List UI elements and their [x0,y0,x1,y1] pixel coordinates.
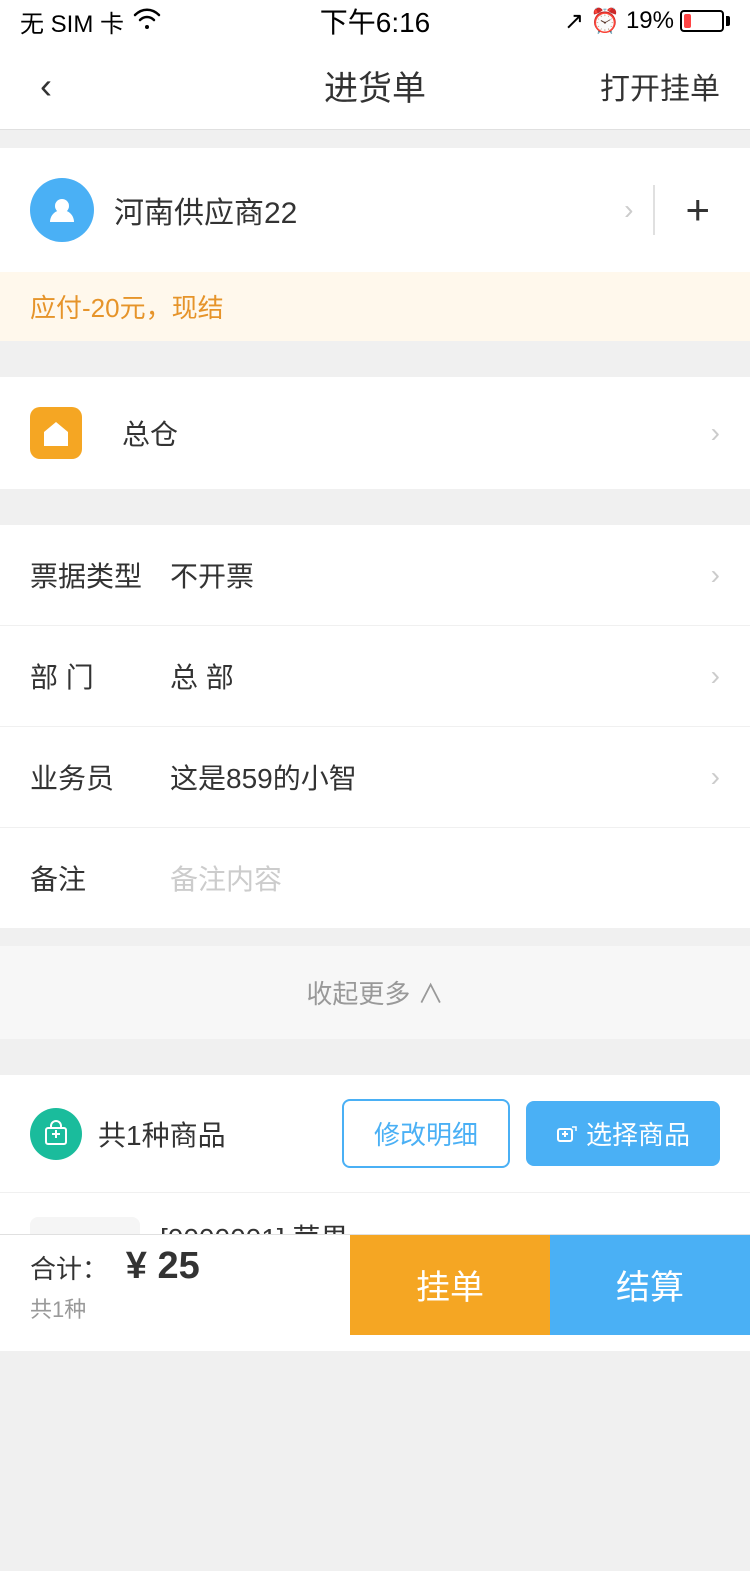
collapse-row[interactable]: 收起更多 ∧ [0,946,750,1039]
invoice-type-chevron-icon: › [711,559,720,591]
department-value: 总 部 [170,656,711,696]
bottom-spacer [0,1351,750,1471]
bottom-bar: 合计： ¥ 25 共1种 挂单 结算 [0,1234,750,1334]
supplier-divider [653,185,655,235]
location-icon: ↗ [564,7,584,36]
alert-banner: 应付-20元，现结 [0,272,750,341]
supplier-section: 河南供应商22 › + 应付-20元，现结 [0,148,750,341]
supplier-row[interactable]: 河南供应商22 › + [0,148,750,272]
open-pending-button[interactable]: 打开挂单 [600,64,720,108]
remark-row[interactable]: 备注 备注内容 [0,828,750,928]
department-row[interactable]: 部 门 总 部 › [0,626,750,727]
total-label: 合计： [30,1254,108,1284]
status-bar-time: 下午6:16 [320,1,431,41]
total-amount: ¥ 25 [126,1245,200,1287]
battery-icon [680,10,730,32]
product-header: 共1种商品 修改明细 选择商品 [0,1075,750,1193]
alert-text: 应付-20元，现结 [30,293,224,323]
warehouse-row[interactable]: 总仓 › [0,377,750,489]
battery-percent: 19% [626,7,674,35]
department-chevron-icon: › [711,660,720,692]
salesperson-row[interactable]: 业务员 这是859的小智 › [0,727,750,828]
status-bar-right: ↗ ⏰ 19% [564,7,730,36]
wifi-icon [132,7,162,36]
suspend-button[interactable]: 挂单 [350,1235,550,1335]
warehouse-chevron-icon: › [711,417,720,449]
remark-input[interactable]: 备注内容 [170,858,720,898]
alarm-icon: ⏰ [590,7,620,36]
gap-2 [0,341,750,359]
gap-4 [0,1039,750,1057]
department-label: 部 门 [30,656,150,696]
edit-detail-button[interactable]: 修改明细 [342,1099,510,1168]
salesperson-chevron-icon: › [711,761,720,793]
total-count: 共1种 [30,1292,320,1324]
select-product-button[interactable]: 选择商品 [526,1101,720,1166]
remark-label: 备注 [30,858,150,898]
invoice-type-label: 票据类型 [30,555,150,595]
carrier-text: 无 SIM 卡 [20,4,124,39]
gap-3 [0,489,750,507]
status-bar-left: 无 SIM 卡 [20,4,162,39]
supplier-name: 河南供应商22 [114,188,614,232]
salesperson-label: 业务员 [30,757,150,797]
checkout-button[interactable]: 结算 [550,1235,750,1335]
select-product-label: 选择商品 [586,1115,690,1152]
invoice-type-row[interactable]: 票据类型 不开票 › [0,525,750,626]
total-section: 合计： ¥ 25 共1种 [0,1245,350,1324]
gap-1 [0,130,750,148]
form-section: 票据类型 不开票 › 部 门 总 部 › 业务员 这是859的小智 › 备注 备… [0,525,750,928]
page-title: 进货单 [324,61,426,110]
product-count-icon [30,1108,82,1160]
collapse-label: 收起更多 ∧ [306,979,443,1009]
add-supplier-button[interactable]: + [675,176,720,244]
salesperson-value: 这是859的小智 [170,757,711,797]
supplier-avatar [30,178,94,242]
warehouse-name: 总仓 [122,413,711,453]
warehouse-section[interactable]: 总仓 › [0,377,750,489]
warehouse-icon [30,407,82,459]
back-button[interactable]: ‹ [30,55,62,117]
invoice-type-value: 不开票 [170,555,711,595]
status-bar: 无 SIM 卡 下午6:16 ↗ ⏰ 19% [0,0,750,42]
supplier-chevron-icon: › [624,194,633,226]
product-count-text: 共1种商品 [98,1114,342,1154]
nav-bar: ‹ 进货单 打开挂单 [0,42,750,130]
